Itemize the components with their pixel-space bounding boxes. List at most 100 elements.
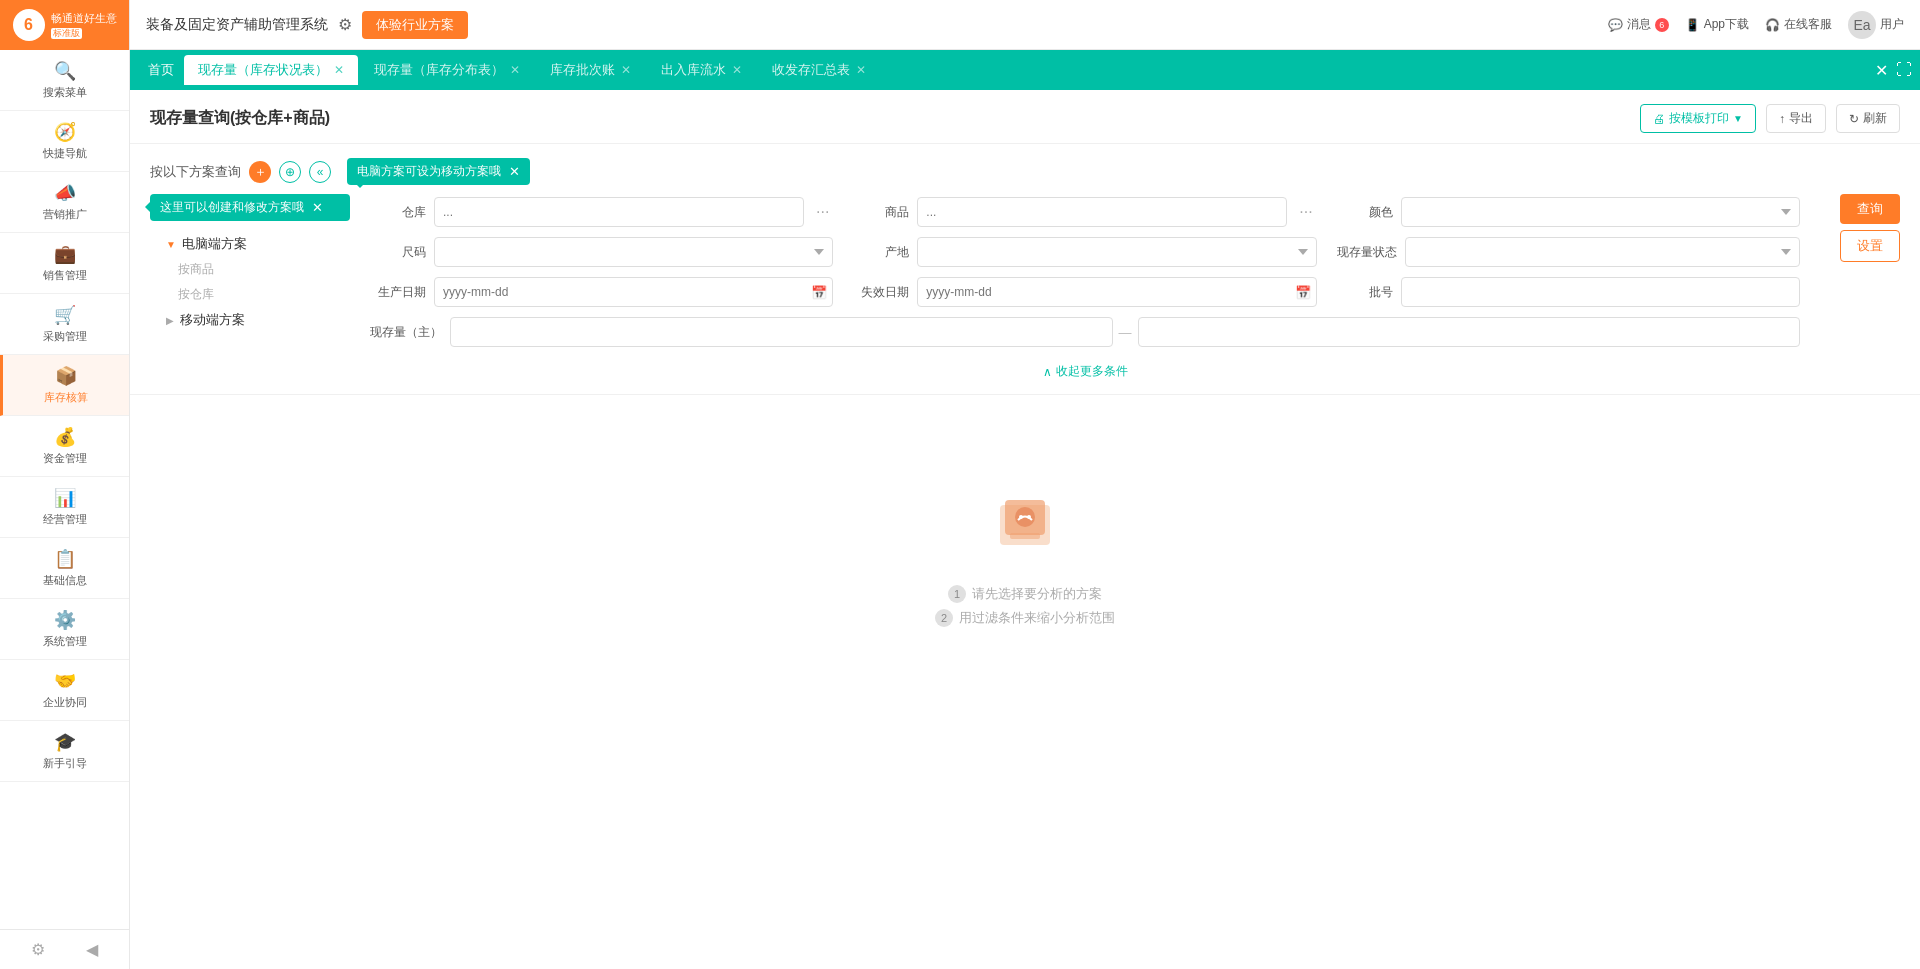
tab-end-icons: ✕ ⛶: [1875, 61, 1912, 80]
sidebar-item-enterprise[interactable]: 🤝 企业协同: [0, 660, 129, 721]
sidebar-item-system[interactable]: ⚙️ 系统管理: [0, 599, 129, 660]
sidebar-item-purchase[interactable]: 🛒 采购管理: [0, 294, 129, 355]
pc-scheme-children: 按商品 按仓库: [150, 257, 350, 307]
sidebar-label-purchase: 采购管理: [43, 329, 87, 344]
tab-inventory-dist[interactable]: 现存量（库存分布表） ✕: [360, 55, 534, 85]
sidebar-label-sales: 销售管理: [43, 268, 87, 283]
stock-main-label: 现存量（主）: [370, 324, 442, 341]
batch-filter-row: 批号: [1337, 277, 1800, 307]
size-select[interactable]: [434, 237, 833, 267]
main-content: 装备及固定资产辅助管理系统 ⚙ 体验行业方案 💬 消息 6 📱 App下载 🎧 …: [130, 0, 1920, 969]
search-reset-area: 查询 设置: [1840, 194, 1900, 262]
origin-select[interactable]: [917, 237, 1316, 267]
tooltip1-close[interactable]: ✕: [509, 164, 520, 179]
sidebar-label-quick: 快捷导航: [43, 146, 87, 161]
sidebar-item-inventory[interactable]: 📦 库存核算: [0, 355, 129, 416]
template-print-btn[interactable]: 🖨 按模板打印 ▼: [1640, 104, 1756, 133]
tab-home[interactable]: 首页: [138, 55, 184, 85]
batch-input[interactable]: [1401, 277, 1800, 307]
tab-close-inventory-dist[interactable]: ✕: [510, 63, 520, 77]
add-scheme-btn[interactable]: ＋: [249, 161, 271, 183]
user-menu[interactable]: Ea 用户: [1848, 11, 1904, 39]
settings-icon[interactable]: ⚙: [338, 15, 352, 34]
sidebar-item-operations[interactable]: 📊 经营管理: [0, 477, 129, 538]
tab-inout-flow[interactable]: 出入库流水 ✕: [647, 55, 756, 85]
app-download-btn[interactable]: 📱 App下载: [1685, 16, 1749, 33]
empty-hint-2: 2 用过滤条件来缩小分析范围: [935, 609, 1115, 627]
goods-input[interactable]: [917, 197, 1287, 227]
warehouse-input[interactable]: [434, 197, 804, 227]
sidebar-item-quick[interactable]: 🧭 快捷导航: [0, 111, 129, 172]
sidebar-item-search[interactable]: 🔍 搜索菜单: [0, 50, 129, 111]
pc-sub-item-goods[interactable]: 按商品: [170, 257, 350, 282]
tab-fullscreen-icon[interactable]: ⛶: [1896, 61, 1912, 80]
print-icon: 🖨: [1653, 112, 1665, 126]
online-support-btn[interactable]: 🎧 在线客服: [1765, 16, 1832, 33]
empty-state: 1 请先选择要分析的方案 2 用过滤条件来缩小分析范围: [130, 395, 1920, 713]
origin-label: 产地: [853, 244, 909, 261]
cart-icon: 🛒: [54, 304, 76, 326]
tab-batch-account[interactable]: 库存批次账 ✕: [536, 55, 645, 85]
expiry-date-calendar-icon[interactable]: 📅: [1295, 285, 1311, 300]
header-left: 装备及固定资产辅助管理系统 ⚙ 体验行业方案: [146, 11, 468, 39]
production-date-input-wrap: 📅: [434, 277, 833, 307]
tab-close-inout-flow[interactable]: ✕: [732, 63, 742, 77]
svg-rect-5: [1010, 533, 1040, 539]
expiry-date-input[interactable]: [917, 277, 1316, 307]
clipboard-icon: 📋: [54, 548, 76, 570]
message-btn[interactable]: 💬 消息 6: [1608, 16, 1669, 33]
expiry-date-label: 失效日期: [853, 284, 909, 301]
collapse-more-btn[interactable]: ∧ 收起更多条件: [1043, 355, 1128, 380]
pc-scheme-item[interactable]: ▼ 电脑端方案: [150, 231, 350, 257]
refresh-btn[interactable]: ↻ 刷新: [1836, 104, 1900, 133]
stock-status-select[interactable]: [1405, 237, 1800, 267]
reset-btn[interactable]: 设置: [1840, 230, 1900, 262]
collapse-sidebar-icon[interactable]: ◀: [86, 940, 98, 959]
export-btn[interactable]: ↑ 导出: [1766, 104, 1826, 133]
pc-sub-item-warehouse[interactable]: 按仓库: [170, 282, 350, 307]
sidebar-item-guide[interactable]: 🎓 新手引导: [0, 721, 129, 782]
tab-close-all-icon[interactable]: ✕: [1875, 61, 1888, 80]
export-icon: ↑: [1779, 112, 1785, 126]
production-date-input[interactable]: [434, 277, 833, 307]
color-select[interactable]: [1401, 197, 1800, 227]
tab-recv-send[interactable]: 收发存汇总表 ✕: [758, 55, 880, 85]
page-content: 现存量查询(按仓库+商品) 🖨 按模板打印 ▼ ↑ 导出 ↻ 刷新: [130, 90, 1920, 969]
warehouse-more-btn[interactable]: ···: [812, 203, 833, 221]
goods-filter-row: 商品 ···: [853, 197, 1316, 227]
expiry-date-filter-row: 失效日期 📅: [853, 277, 1316, 307]
tab-bar: 首页 现存量（库存状况表） ✕ 现存量（库存分布表） ✕ 库存批次账 ✕ 出入库…: [130, 50, 1920, 90]
sidebar-item-marketing[interactable]: 📣 营销推广: [0, 172, 129, 233]
production-date-filter-row: 生产日期 📅: [370, 277, 833, 307]
color-filter-row: 颜色: [1337, 197, 1800, 227]
sidebar-item-sales[interactable]: 💼 销售管理: [0, 233, 129, 294]
search-btn[interactable]: 查询: [1840, 194, 1900, 224]
bell-icon: 💬: [1608, 18, 1623, 32]
tab-close-inventory-status[interactable]: ✕: [334, 63, 344, 77]
page-actions: 🖨 按模板打印 ▼ ↑ 导出 ↻ 刷新: [1640, 104, 1900, 133]
goods-label: 商品: [853, 204, 909, 221]
edit-scheme-btn[interactable]: ⊕: [279, 161, 301, 183]
mobile-scheme-item[interactable]: ▶ 移动端方案: [150, 307, 350, 333]
tab-close-recv-send[interactable]: ✕: [856, 63, 866, 77]
tab-inventory-status[interactable]: 现存量（库存状况表） ✕: [184, 55, 358, 85]
settings-footer-icon[interactable]: ⚙: [31, 940, 45, 959]
arrow-scheme-btn[interactable]: «: [309, 161, 331, 183]
handshake-icon: 🤝: [54, 670, 76, 692]
message-badge: 6: [1655, 18, 1669, 32]
tab-close-batch-account[interactable]: ✕: [621, 63, 631, 77]
chevron-up-icon: ∧: [1043, 365, 1052, 379]
size-filter-row: 尺码: [370, 237, 833, 267]
stock-main-max[interactable]: [1138, 317, 1801, 347]
stock-main-min[interactable]: [450, 317, 1113, 347]
goods-more-btn[interactable]: ···: [1295, 203, 1316, 221]
sidebar: 6 畅通道好生意 标准版 🔍 搜索菜单 🧭 快捷导航 📣 营销推广 💼 销售管理…: [0, 0, 130, 969]
batch-label: 批号: [1337, 284, 1393, 301]
sidebar-item-finance[interactable]: 💰 资金管理: [0, 416, 129, 477]
sidebar-item-basics[interactable]: 📋 基础信息: [0, 538, 129, 599]
page-header: 现存量查询(按仓库+商品) 🖨 按模板打印 ▼ ↑ 导出 ↻ 刷新: [130, 90, 1920, 144]
production-date-calendar-icon[interactable]: 📅: [811, 285, 827, 300]
warehouse-filter-row: 仓库 ···: [370, 197, 833, 227]
trial-btn[interactable]: 体验行业方案: [362, 11, 468, 39]
tooltip2-close[interactable]: ✕: [312, 200, 323, 215]
